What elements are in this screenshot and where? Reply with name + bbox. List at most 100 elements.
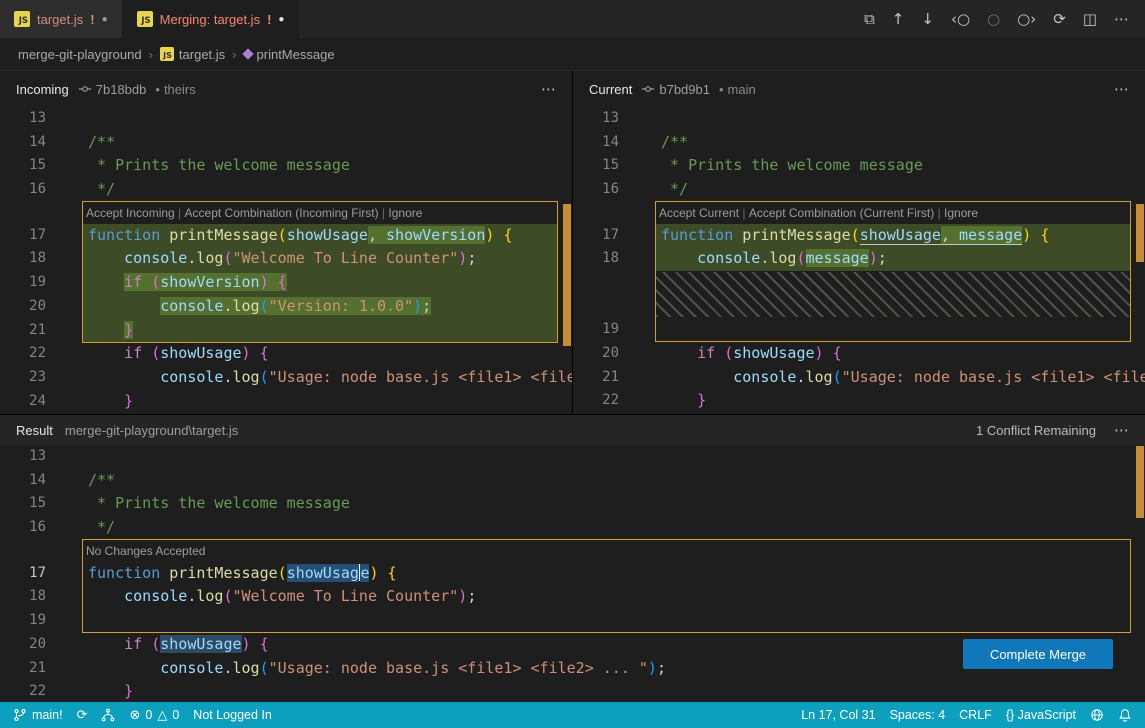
more-actions-icon[interactable]: ⋯ — [1114, 10, 1129, 28]
code-line[interactable]: console.log("Welcome To Line Counter"); — [62, 585, 1145, 609]
conflict-action-link[interactable]: Accept Incoming — [86, 202, 175, 224]
notifications-status-item[interactable] — [1111, 702, 1139, 728]
code-line[interactable]: } — [62, 390, 572, 414]
modified-dot-icon[interactable]: ● — [278, 14, 284, 25]
line-number: 17 — [0, 562, 62, 586]
code-row: 13 — [0, 107, 572, 131]
more-actions-icon[interactable]: ⋯ — [541, 80, 556, 98]
code-row: 18 console.log(message); — [573, 247, 1145, 271]
indentation-item[interactable]: Spaces: 4 — [883, 702, 953, 728]
line-number: 19 — [0, 271, 62, 295]
javascript-file-icon: JS — [160, 47, 174, 61]
line-number: 14 — [0, 131, 62, 155]
conflict-action-link[interactable]: Ignore — [944, 202, 978, 224]
breadcrumb-item-symbol[interactable]: printMessage — [244, 47, 335, 62]
layout-center-icon[interactable]: ○ — [987, 10, 1000, 28]
line-number: 23 — [0, 366, 62, 390]
code-line[interactable]: } — [62, 680, 1145, 702]
conflict-action-link[interactable]: Ignore — [388, 202, 422, 224]
current-pane: Current b7bd9b1 •main ⋯ 1314/**15 * Prin… — [573, 71, 1145, 414]
language-mode-item[interactable]: {} JavaScript — [999, 702, 1083, 728]
code-line[interactable]: console.log("Version: 1.0.0"); — [62, 295, 572, 319]
javascript-file-icon: JS — [137, 11, 153, 27]
code-line[interactable]: */ — [62, 516, 1145, 540]
code-line[interactable] — [62, 107, 572, 131]
code-line[interactable]: * Prints the welcome message — [62, 492, 1145, 516]
tab-label: target.js — [37, 12, 83, 27]
code-row: 23 console.log("Usage: node base.js <fil… — [0, 366, 572, 390]
more-actions-icon[interactable]: ⋯ — [1114, 80, 1129, 98]
line-number: 18 — [0, 247, 62, 271]
code-line[interactable]: if (showUsage) { — [635, 342, 1145, 366]
git-conflict-badge: ! — [90, 12, 94, 27]
errors-icon: ⊗ — [129, 708, 140, 723]
code-row — [573, 271, 1145, 318]
code-line[interactable]: if (showUsage) { — [62, 342, 572, 366]
tab-target-js[interactable]: JS target.js ! ● — [0, 0, 123, 38]
breadcrumb-item-folder[interactable]: merge-git-playground — [18, 47, 142, 62]
current-editor[interactable]: 1314/**15 * Prints the welcome message16… — [573, 107, 1145, 414]
code-line[interactable] — [635, 318, 1145, 342]
code-line[interactable]: function printMessage(showUsage, showVer… — [62, 224, 572, 248]
code-row: Accept Incoming | Accept Combination (In… — [0, 202, 572, 224]
line-number: 17 — [0, 224, 62, 248]
next-conflict-icon[interactable]: ↓ — [921, 10, 934, 28]
code-row: 16 */ — [0, 178, 572, 202]
layout-right-icon[interactable]: ○› — [1017, 10, 1036, 28]
code-line[interactable]: console.log(message); — [635, 247, 1145, 271]
go-to-file-icon[interactable]: ⧉ — [864, 10, 875, 28]
conflict-action-link[interactable]: Accept Combination (Current First) — [749, 202, 934, 224]
code-line[interactable]: } — [62, 319, 572, 343]
tab-merging-target-js[interactable]: JS Merging: target.js ! ● — [123, 0, 300, 38]
code-line[interactable] — [635, 107, 1145, 131]
code-line[interactable]: function printMessage(showUsage) { — [62, 562, 1145, 586]
code-line[interactable]: /** — [62, 131, 572, 155]
code-row: 19 if (showVersion) { — [0, 271, 572, 295]
code-line[interactable]: console.log("Usage: node base.js <file1>… — [635, 366, 1145, 390]
code-line[interactable]: } — [635, 389, 1145, 413]
code-line[interactable]: console.log("Usage: node base.js <file1>… — [62, 366, 572, 390]
code-line[interactable]: * Prints the welcome message — [635, 154, 1145, 178]
code-line[interactable]: function printMessage(showUsage, message… — [635, 224, 1145, 248]
chevron-right-icon: › — [149, 47, 153, 62]
sync-status-item[interactable]: ⟳ — [70, 702, 95, 728]
previous-conflict-icon[interactable]: ↑ — [892, 10, 905, 28]
more-actions-icon[interactable]: ⋯ — [1114, 421, 1129, 439]
code-line[interactable]: console.log("Welcome To Line Counter"); — [62, 247, 572, 271]
problems-status-item[interactable]: ⊗ 0 △ 0 — [122, 702, 186, 728]
code-line[interactable]: */ — [635, 178, 1145, 202]
code-line[interactable] — [62, 445, 1145, 469]
line-number: 19 — [573, 318, 635, 342]
code-line[interactable]: * Prints the welcome message — [62, 154, 572, 178]
layout-left-icon[interactable]: ‹○ — [951, 10, 970, 28]
code-line[interactable]: if (showVersion) { — [62, 271, 572, 295]
cursor-position-item[interactable]: Ln 17, Col 31 — [794, 702, 882, 728]
code-line[interactable]: */ — [62, 178, 572, 202]
incoming-editor[interactable]: 1314/**15 * Prints the welcome message16… — [0, 107, 572, 414]
accept-all-icon[interactable]: ⟳ — [1053, 10, 1066, 28]
line-number: 14 — [573, 131, 635, 155]
tab-bar: JS target.js ! ● JS Merging: target.js !… — [0, 0, 1145, 38]
editor-actions-toolbar: ⧉ ↑ ↓ ‹○ ○ ○› ⟳ ◫ ⋯ — [864, 0, 1145, 38]
eol-item[interactable]: CRLF — [952, 702, 999, 728]
result-editor[interactable]: Complete Merge 1314/**15 * Prints the we… — [0, 445, 1145, 702]
code-line[interactable] — [62, 609, 1145, 633]
tab-label: Merging: target.js — [160, 12, 260, 27]
modified-dot-icon[interactable]: ● — [102, 14, 108, 25]
conflict-action-link[interactable]: Accept Current — [659, 202, 739, 224]
browser-status-item[interactable] — [1083, 702, 1111, 728]
branch-status-item[interactable]: main! — [6, 702, 70, 728]
line-number: 21 — [0, 319, 62, 343]
login-status-item[interactable]: Not Logged In — [186, 702, 279, 728]
source-control-status-item[interactable] — [94, 702, 122, 728]
code-line[interactable]: /** — [635, 131, 1145, 155]
breadcrumb-item-file[interactable]: JS target.js — [160, 47, 225, 62]
code-row: 16 */ — [573, 178, 1145, 202]
complete-merge-button[interactable]: Complete Merge — [963, 639, 1113, 669]
code-row: 21 } — [0, 319, 572, 343]
split-editor-icon[interactable]: ◫ — [1083, 10, 1097, 28]
code-line[interactable]: /** — [62, 469, 1145, 493]
conflict-action-link[interactable]: Accept Combination (Incoming First) — [185, 202, 379, 224]
git-commit-icon — [641, 82, 655, 96]
git-commit-icon — [78, 82, 92, 96]
